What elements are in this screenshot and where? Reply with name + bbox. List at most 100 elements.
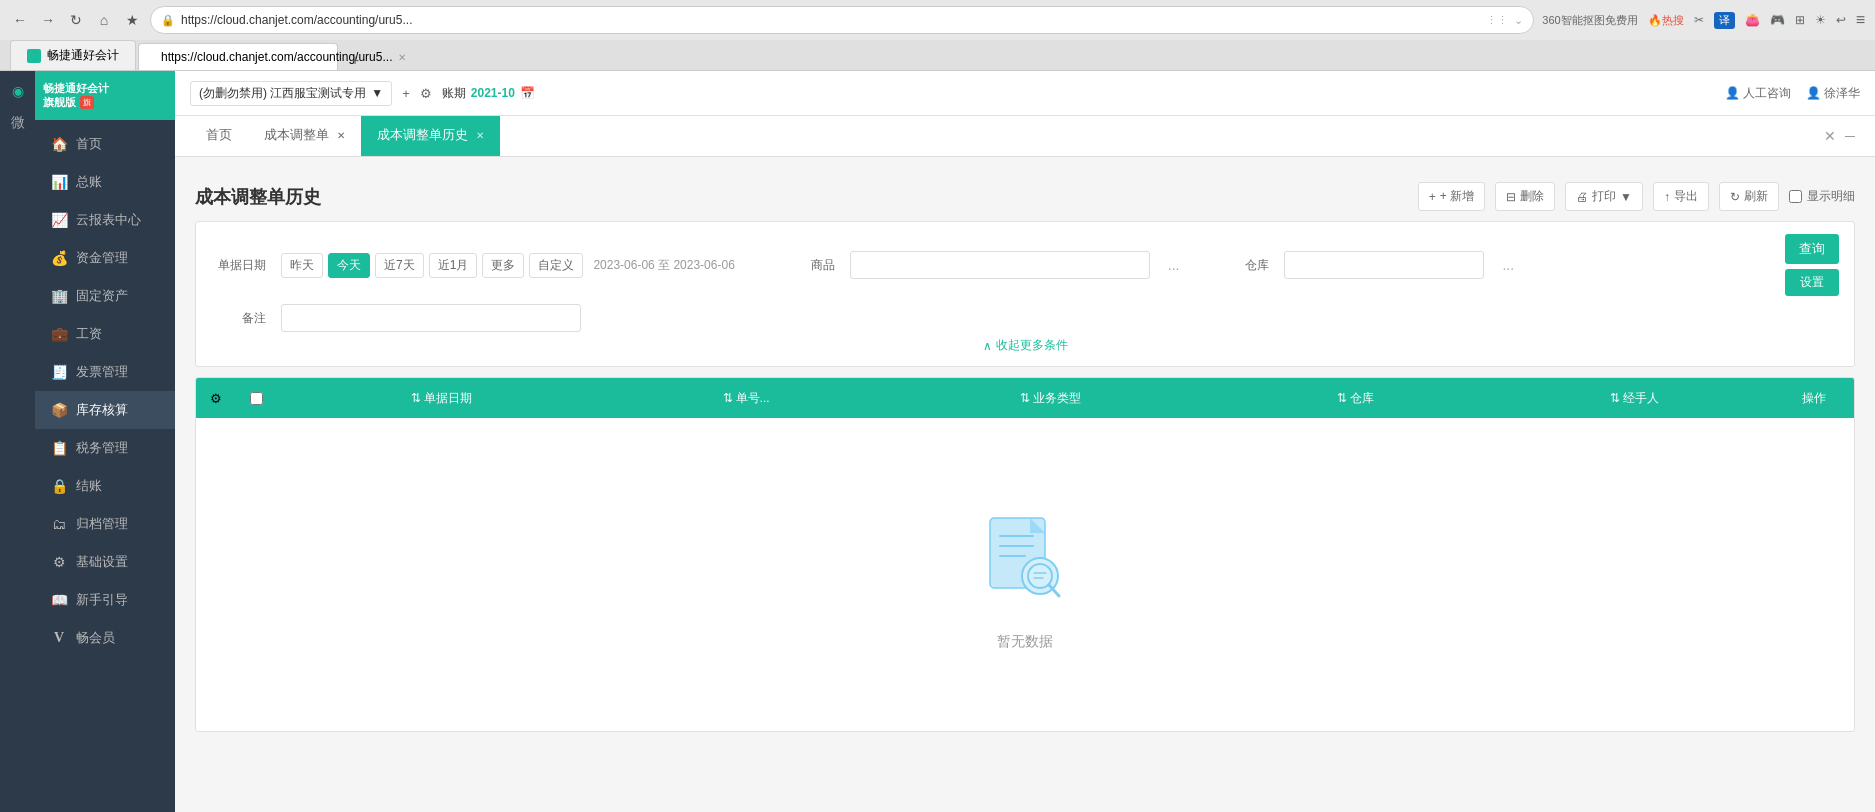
goods-filter-dots[interactable]: ...: [1168, 257, 1180, 273]
customer-service-button[interactable]: 👤 人工咨询: [1725, 85, 1791, 102]
warehouse-filter-dots[interactable]: ...: [1502, 257, 1514, 273]
sort-icon-handler: ⇅: [1610, 391, 1620, 405]
grid-icon[interactable]: ⊞: [1795, 13, 1805, 27]
date-btn-today[interactable]: 今天: [328, 253, 370, 278]
refresh-label: 刷新: [1744, 188, 1768, 205]
home-button[interactable]: ⌂: [94, 10, 114, 30]
service-icon: 👤: [1725, 86, 1740, 100]
sidebar-item-salary[interactable]: 💼 工资: [35, 315, 175, 353]
collapse-filter-button[interactable]: ∧ 收起更多条件: [211, 337, 1839, 354]
date-btn-last1month[interactable]: 近1月: [429, 253, 478, 278]
ledger-icon: 📊: [50, 174, 68, 190]
menu-icon[interactable]: ≡: [1856, 11, 1865, 29]
show-columns-checkbox[interactable]: 显示明细: [1789, 188, 1855, 205]
query-button[interactable]: 查询: [1785, 234, 1839, 264]
sidebar-item-tax-label: 税务管理: [76, 439, 128, 457]
sidebar-item-tax[interactable]: 📋 税务管理: [35, 429, 175, 467]
add-button[interactable]: + + 新增: [1418, 182, 1485, 211]
tab-cost-adjust-history[interactable]: 成本调整单历史 ✕: [361, 116, 500, 156]
sidebar-item-closing[interactable]: 🔒 结账: [35, 467, 175, 505]
salary-icon: 💼: [50, 326, 68, 342]
back-button[interactable]: ←: [10, 10, 30, 30]
icon-sidebar: ◉ 微: [0, 71, 35, 812]
app-header-right: 👤 人工咨询 👤 徐泽华: [1725, 85, 1860, 102]
sun-icon[interactable]: ☀: [1815, 13, 1826, 27]
sidebar-item-guide[interactable]: 📖 新手引导: [35, 581, 175, 619]
browser-tools: 360智能抠图免费用 🔥热搜 ✂ 译 👛 🎮 ⊞ ☀ ↩ ≡: [1542, 11, 1865, 29]
company-dropdown-icon: ▼: [371, 86, 383, 100]
add-company-button[interactable]: +: [402, 86, 410, 101]
warehouse-filter-input[interactable]: [1284, 251, 1484, 279]
game-icon[interactable]: 🎮: [1770, 13, 1785, 27]
sidebar-item-invoice[interactable]: 🧾 发票管理: [35, 353, 175, 391]
table-col-handler[interactable]: ⇅ 经手人: [1495, 382, 1774, 415]
user-menu-button[interactable]: 👤 徐泽华: [1806, 85, 1860, 102]
table-col-warehouse[interactable]: ⇅ 仓库: [1216, 382, 1495, 415]
refresh-button[interactable]: ↻ 刷新: [1719, 182, 1779, 211]
browser-tab-2-close[interactable]: ✕: [398, 52, 406, 63]
calendar-icon[interactable]: 📅: [520, 86, 535, 100]
wallet-icon[interactable]: 👛: [1745, 13, 1760, 27]
sidebar-item-ledger[interactable]: 📊 总账: [35, 163, 175, 201]
date-btn-custom[interactable]: 自定义: [529, 253, 583, 278]
translate-icon[interactable]: 译: [1714, 12, 1735, 29]
show-columns-input[interactable]: [1789, 190, 1802, 203]
icon-sidebar-active[interactable]: ◉: [3, 76, 33, 106]
minimize-button[interactable]: ─: [1840, 126, 1860, 146]
fixed-assets-icon: 🏢: [50, 288, 68, 304]
sidebar-item-home[interactable]: 🏠 首页: [35, 125, 175, 163]
sidebar-item-fixed-assets[interactable]: 🏢 固定资产: [35, 277, 175, 315]
icon-sidebar-weibo[interactable]: 微: [3, 108, 33, 138]
date-btn-last7[interactable]: 近7天: [375, 253, 424, 278]
search-extension[interactable]: 360智能抠图免费用: [1542, 13, 1637, 28]
delete-button[interactable]: ⊟ 删除: [1495, 182, 1555, 211]
collapse-label: 收起更多条件: [996, 337, 1068, 354]
select-all-checkbox[interactable]: [250, 392, 263, 405]
sidebar-item-inventory[interactable]: 📦 库存核算: [35, 391, 175, 429]
table-col-biz-type[interactable]: ⇅ 业务类型: [886, 382, 1217, 415]
date-btn-yesterday[interactable]: 昨天: [281, 253, 323, 278]
setting-button[interactable]: 设置: [1785, 269, 1839, 296]
sidebar-item-closing-label: 结账: [76, 477, 102, 495]
col-biz-type-label: 业务类型: [1033, 390, 1081, 407]
table-header-checkbox[interactable]: [236, 392, 276, 405]
new-tab-button[interactable]: +: [345, 50, 365, 70]
company-selector[interactable]: (勿删勿禁用) 江西服宝测试专用 ▼: [190, 81, 392, 106]
export-button[interactable]: ↑ 导出: [1653, 182, 1709, 211]
browser-tab-2[interactable]: https://cloud.chanjet.com/accounting/uru…: [138, 43, 338, 70]
add-icon: +: [1429, 190, 1436, 204]
url-text: https://cloud.chanjet.com/accounting/uru…: [181, 13, 1480, 27]
url-bar[interactable]: 🔒 https://cloud.chanjet.com/accounting/u…: [150, 6, 1534, 34]
member-icon: V: [50, 630, 68, 646]
sort-icon-voucher: ⇅: [723, 391, 733, 405]
settings-button[interactable]: ⚙: [420, 86, 432, 101]
print-button[interactable]: 🖨 打印 ▼: [1565, 182, 1643, 211]
close-all-tabs-button[interactable]: ✕: [1820, 126, 1840, 146]
sidebar-item-member[interactable]: V 畅会员: [35, 619, 175, 657]
scissors-icon[interactable]: ✂: [1694, 13, 1704, 27]
sidebar-logo[interactable]: 畅捷通好会计 旗舰版 旗: [35, 71, 175, 120]
hot-search-icon[interactable]: 🔥热搜: [1648, 13, 1684, 28]
undo-icon[interactable]: ↩: [1836, 13, 1846, 27]
table-col-voucher[interactable]: ⇅ 单号...: [607, 382, 886, 415]
refresh-button[interactable]: ↻: [66, 10, 86, 30]
service-label: 人工咨询: [1743, 85, 1791, 102]
sidebar-item-funds[interactable]: 💰 资金管理: [35, 239, 175, 277]
forward-button[interactable]: →: [38, 10, 58, 30]
sidebar-item-salary-label: 工资: [76, 325, 102, 343]
browser-tab-1[interactable]: 畅捷通好会计: [10, 40, 136, 70]
bookmark-button[interactable]: ★: [122, 10, 142, 30]
note-filter-input[interactable]: [281, 304, 581, 332]
sidebar-item-settings[interactable]: ⚙ 基础设置: [35, 543, 175, 581]
tab-cost-adjust-history-close[interactable]: ✕: [476, 130, 484, 141]
tab-home[interactable]: 首页: [190, 116, 248, 156]
table-header-gear[interactable]: ⚙: [196, 391, 236, 406]
table-col-date[interactable]: ⇅ 单据日期: [276, 382, 607, 415]
delete-label: 删除: [1520, 188, 1544, 205]
sidebar-item-report[interactable]: 📈 云报表中心: [35, 201, 175, 239]
tab-cost-adjust[interactable]: 成本调整单 ✕: [248, 116, 361, 156]
tab-cost-adjust-close[interactable]: ✕: [337, 130, 345, 141]
sidebar-item-archive[interactable]: 🗂 归档管理: [35, 505, 175, 543]
date-btn-more[interactable]: 更多: [482, 253, 524, 278]
goods-filter-input[interactable]: [850, 251, 1150, 279]
